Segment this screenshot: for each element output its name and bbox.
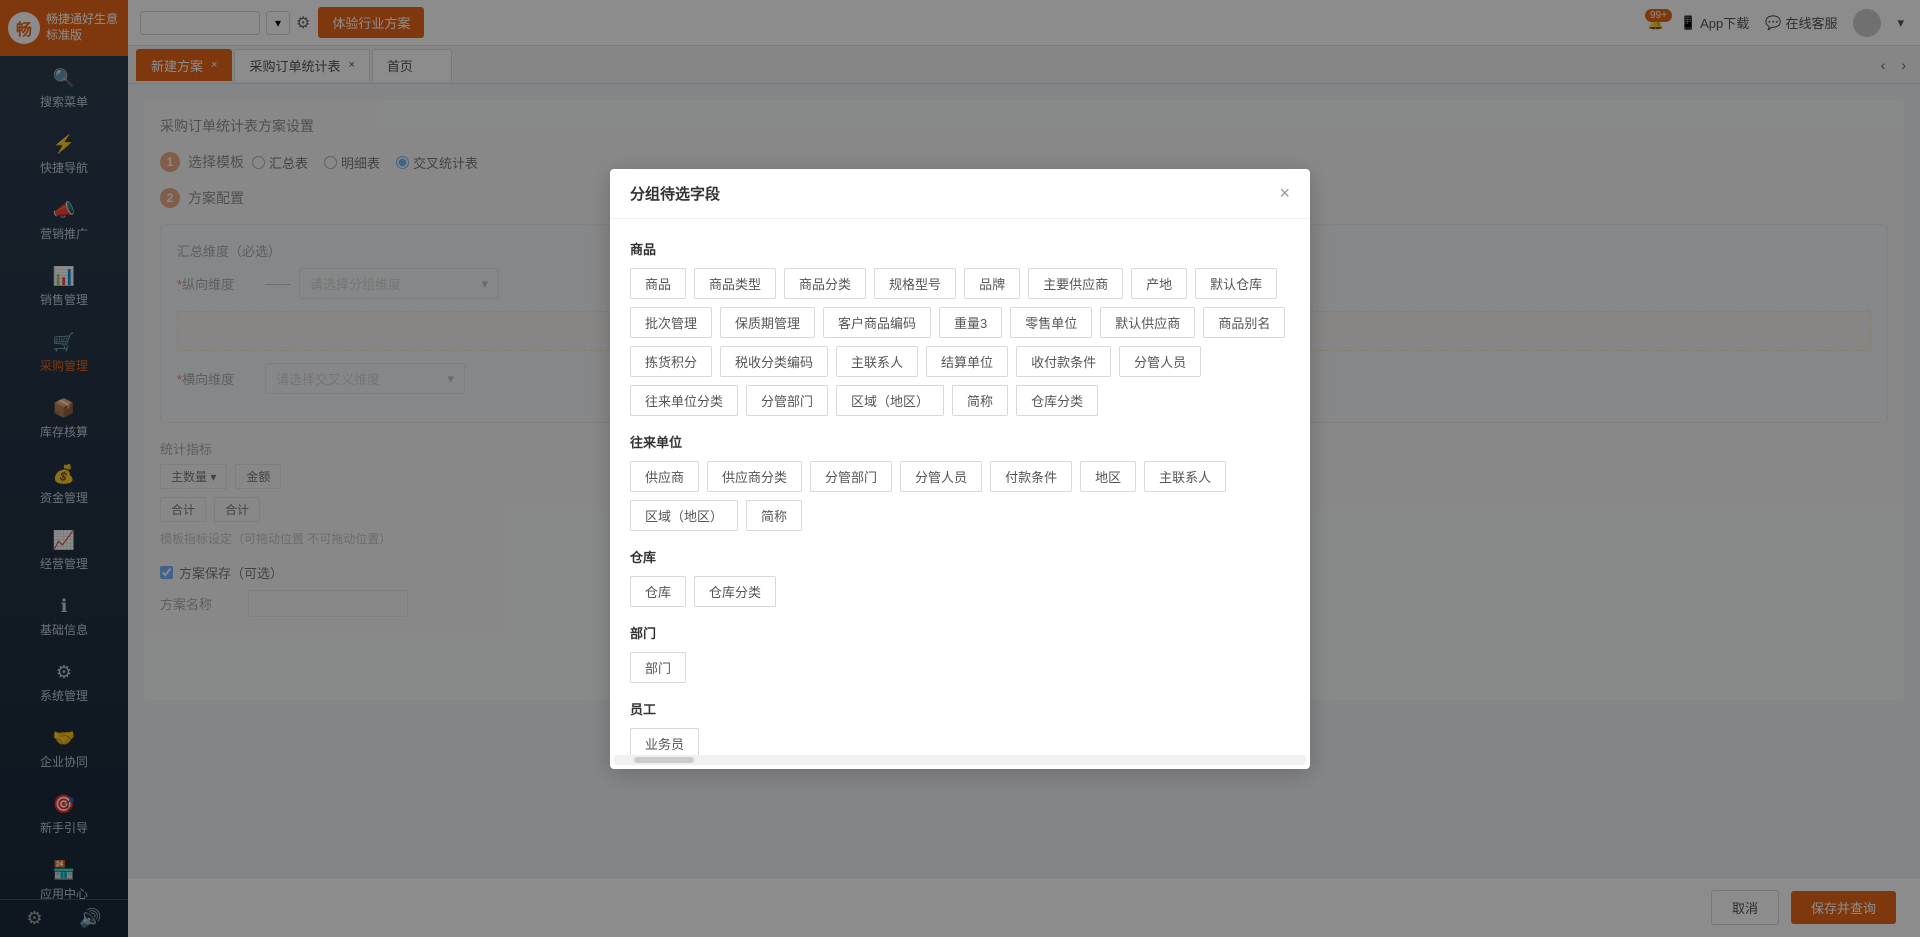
field-group-partner: 往来单位供应商供应商分类分管部门分管人员付款条件地区主联系人区域（地区） 简称 bbox=[630, 432, 1290, 531]
field-tag[interactable]: 商品类型 bbox=[694, 268, 776, 299]
field-tag[interactable]: 分管人员 bbox=[900, 461, 982, 492]
field-tag[interactable]: 零售单位 bbox=[1010, 307, 1092, 338]
modal-close-button[interactable]: × bbox=[1279, 184, 1290, 202]
field-tags-partner: 供应商供应商分类分管部门分管人员付款条件地区主联系人区域（地区） 简称 bbox=[630, 461, 1290, 531]
field-tag[interactable]: 客户商品编码 bbox=[823, 307, 931, 338]
field-tag[interactable]: 区域（地区） bbox=[630, 500, 738, 531]
field-group-warehouse: 仓库仓库仓库分类 bbox=[630, 547, 1290, 607]
field-select-modal: 分组待选字段 × 商品商品商品类型商品分类规格型号品牌主要供应商产地默认仓库批次… bbox=[610, 169, 1310, 769]
field-tag[interactable]: 分管人员 bbox=[1119, 346, 1201, 377]
modal-header: 分组待选字段 × bbox=[610, 169, 1310, 219]
field-tag[interactable]: 往来单位分类 bbox=[630, 385, 738, 416]
field-group-goods: 商品商品商品类型商品分类规格型号品牌主要供应商产地默认仓库批次管理保质期管理客户… bbox=[630, 239, 1290, 416]
field-tag[interactable]: 主要供应商 bbox=[1028, 268, 1123, 299]
field-tag[interactable]: 付款条件 bbox=[990, 461, 1072, 492]
field-tag[interactable]: 商品分类 bbox=[784, 268, 866, 299]
modal-overlay: 分组待选字段 × 商品商品商品类型商品分类规格型号品牌主要供应商产地默认仓库批次… bbox=[0, 0, 1920, 937]
field-group-title-employee: 员工 bbox=[630, 699, 1290, 718]
field-tags-warehouse: 仓库仓库分类 bbox=[630, 576, 1290, 607]
field-group-employee: 员工业务员 bbox=[630, 699, 1290, 755]
field-tag[interactable]: 简称 bbox=[952, 385, 1008, 416]
field-tag[interactable]: 默认供应商 bbox=[1100, 307, 1195, 338]
field-tag[interactable]: 重量3 bbox=[939, 307, 1002, 338]
field-group-title-goods: 商品 bbox=[630, 239, 1290, 258]
field-tag[interactable]: 分管部门 bbox=[746, 385, 828, 416]
field-tag[interactable]: 批次管理 bbox=[630, 307, 712, 338]
field-tag[interactable]: 地区 bbox=[1080, 461, 1136, 492]
field-tag[interactable]: 业务员 bbox=[630, 728, 699, 755]
field-tag[interactable]: 部门 bbox=[630, 652, 686, 683]
field-tag[interactable]: 结算单位 bbox=[926, 346, 1008, 377]
field-tag[interactable]: 拣货积分 bbox=[630, 346, 712, 377]
field-tags-goods: 商品商品类型商品分类规格型号品牌主要供应商产地默认仓库批次管理保质期管理客户商品… bbox=[630, 268, 1290, 416]
field-tag[interactable]: 商品 bbox=[630, 268, 686, 299]
field-tag[interactable]: 默认仓库 bbox=[1195, 268, 1277, 299]
field-tag[interactable]: 仓库分类 bbox=[694, 576, 776, 607]
field-tag[interactable]: 仓库分类 bbox=[1016, 385, 1098, 416]
field-tag[interactable]: 商品别名 bbox=[1203, 307, 1285, 338]
field-tag[interactable]: 仓库 bbox=[630, 576, 686, 607]
field-tags-department: 部门 bbox=[630, 652, 1290, 683]
field-tag[interactable]: 主联系人 bbox=[1144, 461, 1226, 492]
field-group-department: 部门部门 bbox=[630, 623, 1290, 683]
field-tag[interactable]: 品牌 bbox=[964, 268, 1020, 299]
field-group-title-warehouse: 仓库 bbox=[630, 547, 1290, 566]
modal-body: 商品商品商品类型商品分类规格型号品牌主要供应商产地默认仓库批次管理保质期管理客户… bbox=[610, 219, 1310, 755]
field-tag[interactable]: 保质期管理 bbox=[720, 307, 815, 338]
field-tag[interactable]: 供应商分类 bbox=[707, 461, 802, 492]
field-tag[interactable]: 简称 bbox=[746, 500, 802, 531]
field-tag[interactable]: 主联系人 bbox=[836, 346, 918, 377]
field-group-title-partner: 往来单位 bbox=[630, 432, 1290, 451]
field-tag[interactable]: 收付款条件 bbox=[1016, 346, 1111, 377]
field-tag[interactable]: 税收分类编码 bbox=[720, 346, 828, 377]
field-tag[interactable]: 分管部门 bbox=[810, 461, 892, 492]
field-tags-employee: 业务员 bbox=[630, 728, 1290, 755]
field-group-title-department: 部门 bbox=[630, 623, 1290, 642]
field-tag[interactable]: 供应商 bbox=[630, 461, 699, 492]
modal-title: 分组待选字段 bbox=[630, 183, 720, 204]
field-tag[interactable]: 产地 bbox=[1131, 268, 1187, 299]
modal-scroll-track[interactable] bbox=[614, 755, 1306, 765]
field-tag[interactable]: 规格型号 bbox=[874, 268, 956, 299]
field-tag[interactable]: 区域（地区） bbox=[836, 385, 944, 416]
modal-scroll-thumb bbox=[634, 757, 694, 763]
